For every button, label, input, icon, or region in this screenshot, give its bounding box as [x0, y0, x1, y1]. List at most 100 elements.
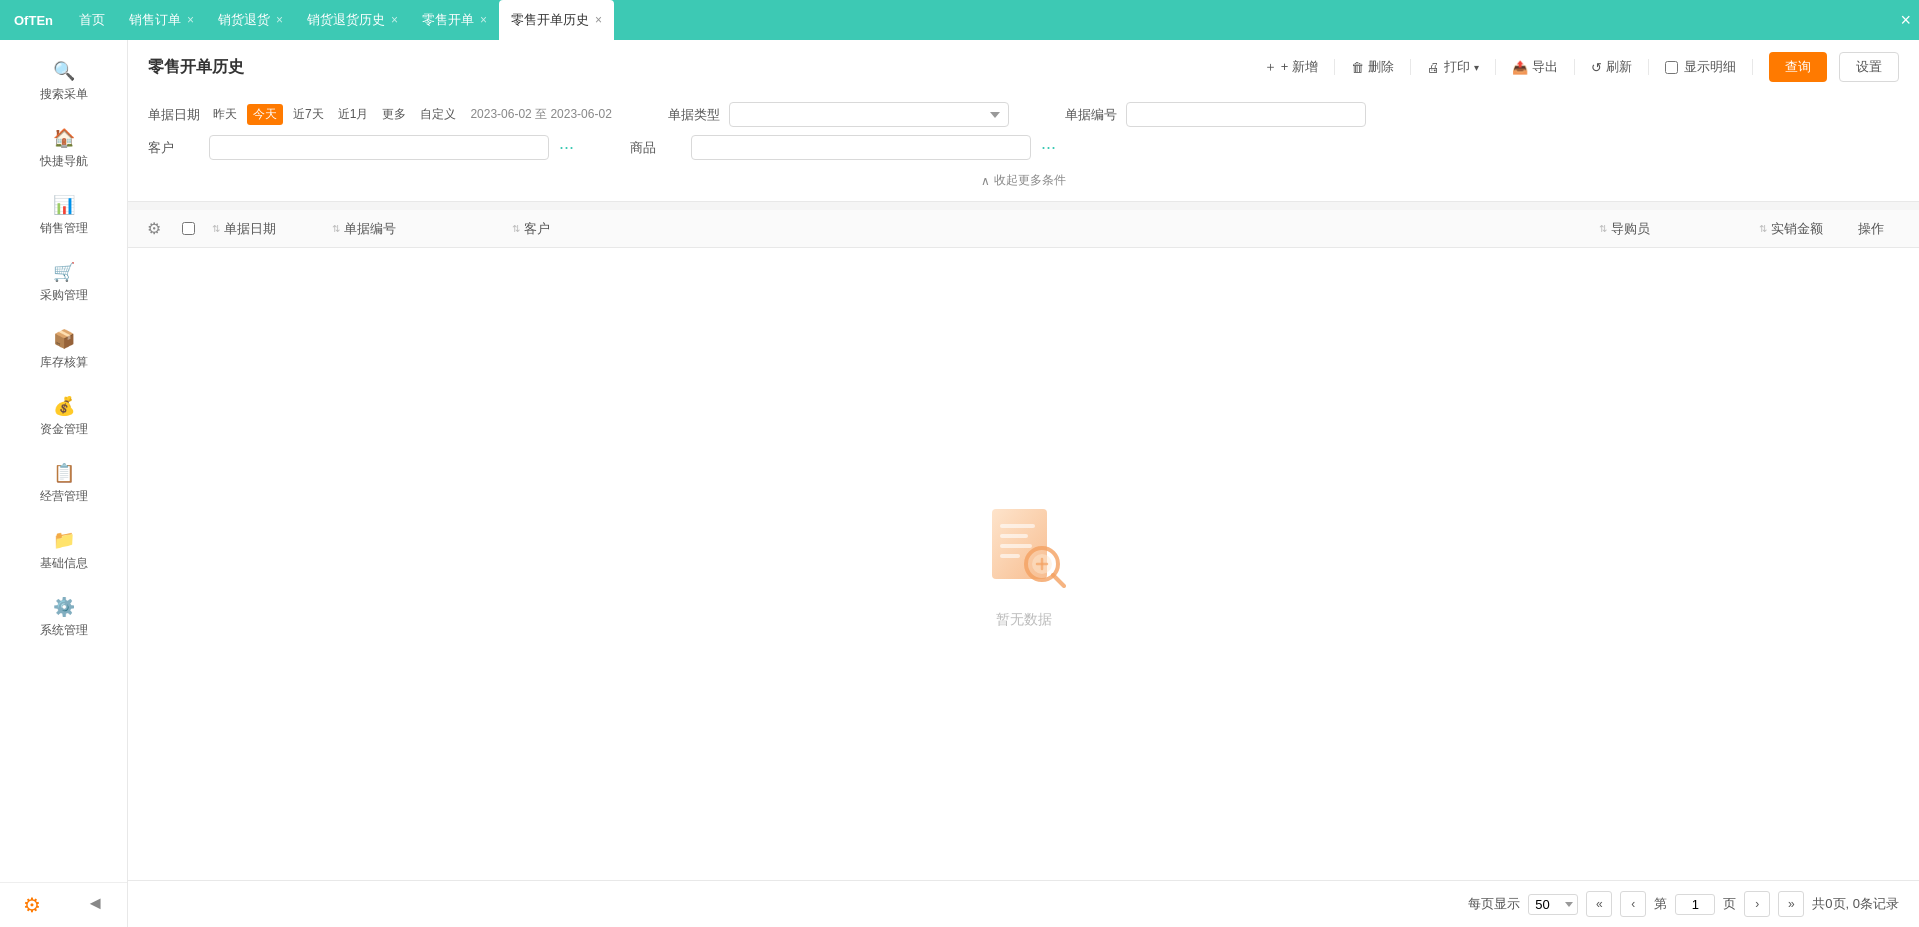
th-date[interactable]: ⇅ 单据日期	[204, 220, 324, 238]
date-more[interactable]: 更多	[378, 105, 410, 124]
th-amount[interactable]: ⇅ 实销金额	[1711, 220, 1831, 238]
nav-tab-return-history-close[interactable]: ×	[391, 13, 398, 27]
th-number[interactable]: ⇅ 单据编号	[324, 220, 504, 238]
collapse-row: ∧ 收起更多条件	[148, 168, 1899, 195]
type-filter-label: 单据类型	[668, 106, 723, 124]
svg-line-7	[1053, 575, 1064, 586]
sidebar-item-basic[interactable]: 📁 基础信息	[0, 517, 127, 584]
th-sort-customer-icon: ⇅	[512, 223, 520, 234]
print-dropdown-icon: ▾	[1474, 62, 1479, 73]
filter-product: 商品 ···	[630, 135, 1056, 160]
print-icon: 🖨	[1427, 60, 1440, 75]
select-all-checkbox[interactable]	[182, 222, 195, 235]
collapse-button[interactable]: ∧ 收起更多条件	[981, 172, 1066, 189]
nav-tab-retail-history[interactable]: 零售开单历史 ×	[499, 0, 614, 40]
nav-tab-retail-history-close[interactable]: ×	[595, 13, 602, 27]
nav-tab-retail[interactable]: 零售开单 ×	[410, 0, 499, 40]
show-detail-button[interactable]: 显示明细	[1665, 58, 1736, 76]
divider-3	[1495, 59, 1496, 75]
nav-tab-sales-order[interactable]: 销售订单 ×	[117, 0, 206, 40]
table-select-all-wrap	[172, 222, 204, 235]
filter-customer: 客户 ···	[148, 135, 574, 160]
refresh-button[interactable]: ↺ 刷新	[1591, 58, 1632, 76]
query-button[interactable]: 查询	[1769, 52, 1827, 82]
nav-tab-return[interactable]: 销货退货 ×	[206, 0, 295, 40]
first-page-button[interactable]: «	[1586, 891, 1612, 917]
pagination: 每页显示 20 50 100 200 « ‹ 第 页 › » 共0页, 0条记录	[128, 880, 1919, 927]
print-button[interactable]: 🖨 打印 ▾	[1427, 58, 1479, 76]
page-title-bar: 零售开单历史 ＋ + 新增 🗑 删除 🖨 打印 ▾	[148, 52, 1899, 82]
nav-tab-home[interactable]: 首页	[67, 0, 117, 40]
export-button[interactable]: 📤 导出	[1512, 58, 1558, 76]
last-page-button[interactable]: »	[1778, 891, 1804, 917]
th-customer[interactable]: ⇅ 客户	[504, 220, 1591, 238]
filter-row-1: 单据日期 昨天 今天 近7天 近1月 更多 自定义 2023-06-02 至 2…	[148, 102, 1899, 127]
table-settings-icon[interactable]: ⚙	[136, 219, 172, 238]
date-today[interactable]: 今天	[247, 104, 283, 125]
add-icon: ＋	[1264, 58, 1277, 76]
sidebar-item-finance[interactable]: 💰 资金管理	[0, 383, 127, 450]
sidebar-bottom: ⚙ ◄	[0, 882, 127, 927]
number-input[interactable]	[1126, 102, 1366, 127]
filter-date: 单据日期 昨天 今天 近7天 近1月 更多 自定义 2023-06-02 至 2…	[148, 104, 612, 125]
date-yesterday[interactable]: 昨天	[209, 105, 241, 124]
sidebar: 🔍 搜索采单 🏠 快捷导航 📊 销售管理 🛒 采购管理 📦 库存核算 💰 资金管…	[0, 40, 128, 927]
collapse-chevron-icon: ∧	[981, 174, 990, 188]
next-page-button[interactable]: ›	[1744, 891, 1770, 917]
date-1month[interactable]: 近1月	[334, 105, 373, 124]
top-nav-right: ×	[1900, 10, 1911, 31]
sidebar-item-operation[interactable]: 📋 经营管理	[0, 450, 127, 517]
date-custom[interactable]: 自定义	[416, 105, 460, 124]
sidebar-item-sales[interactable]: 📊 销售管理	[0, 182, 127, 249]
prev-page-button[interactable]: ‹	[1620, 891, 1646, 917]
system-icon: ⚙️	[53, 596, 75, 618]
search-icon: 🔍	[53, 60, 75, 82]
svg-rect-1	[1000, 524, 1035, 528]
delete-button[interactable]: 🗑 删除	[1351, 58, 1394, 76]
customer-filter-label: 客户	[148, 139, 203, 157]
divider-2	[1410, 59, 1411, 75]
divider-5	[1648, 59, 1649, 75]
window-close-btn[interactable]: ×	[1900, 10, 1911, 31]
filter-row-2: 客户 ··· 商品 ···	[148, 135, 1899, 160]
sidebar-item-inventory[interactable]: 📦 库存核算	[0, 316, 127, 383]
date-shortcuts: 昨天 今天 近7天 近1月 更多 自定义 2023-06-02 至 2023-0…	[209, 104, 612, 125]
sidebar-item-quick[interactable]: 🏠 快捷导航	[0, 115, 127, 182]
setting-button[interactable]: 设置	[1839, 52, 1899, 82]
customer-dots[interactable]: ···	[559, 137, 574, 158]
type-select-wrap	[729, 102, 1009, 127]
per-page-select[interactable]: 20 50 100 200	[1528, 894, 1578, 915]
finance-icon: 💰	[53, 395, 75, 417]
empty-state: 暂无数据	[128, 248, 1919, 880]
empty-illustration	[974, 499, 1074, 599]
date-7days[interactable]: 近7天	[289, 105, 328, 124]
table-header: ⚙ ⇅ 单据日期 ⇅ 单据编号 ⇅ 客户 ⇅	[128, 210, 1919, 248]
type-select[interactable]	[729, 102, 1009, 127]
nav-tab-return-close[interactable]: ×	[276, 13, 283, 27]
th-guide[interactable]: ⇅ 导购员	[1591, 220, 1711, 238]
sidebar-item-system[interactable]: ⚙️ 系统管理	[0, 584, 127, 651]
sidebar-collapse-icon[interactable]: ◄	[86, 893, 104, 917]
sidebar-settings-icon[interactable]: ⚙	[23, 893, 41, 917]
top-nav-bar: OfTEn 首页 销售订单 × 销货退货 × 销货退货历史 × 零售开单 × 零…	[0, 0, 1919, 40]
refresh-icon: ↺	[1591, 60, 1602, 75]
nav-tab-return-history[interactable]: 销货退货历史 ×	[295, 0, 410, 40]
operation-icon: 📋	[53, 462, 75, 484]
add-button[interactable]: ＋ + 新增	[1264, 58, 1318, 76]
empty-text: 暂无数据	[996, 611, 1052, 629]
nav-tab-sales-order-close[interactable]: ×	[187, 13, 194, 27]
th-action: 操作	[1831, 220, 1911, 238]
customer-input[interactable]	[209, 135, 549, 160]
nav-tab-retail-close[interactable]: ×	[480, 13, 487, 27]
product-filter-label: 商品	[630, 139, 685, 157]
filter-number: 单据编号	[1065, 102, 1366, 127]
show-detail-checkbox[interactable]	[1665, 61, 1678, 74]
sidebar-item-purchase[interactable]: 🛒 采购管理	[0, 249, 127, 316]
gear-icon[interactable]: ⚙	[147, 219, 161, 238]
product-input[interactable]	[691, 135, 1031, 160]
product-dots[interactable]: ···	[1041, 137, 1056, 158]
box-icon: 📦	[53, 328, 75, 350]
divider-6	[1752, 59, 1753, 75]
sidebar-item-search[interactable]: 🔍 搜索采单	[0, 48, 127, 115]
current-page-input[interactable]	[1675, 894, 1715, 915]
